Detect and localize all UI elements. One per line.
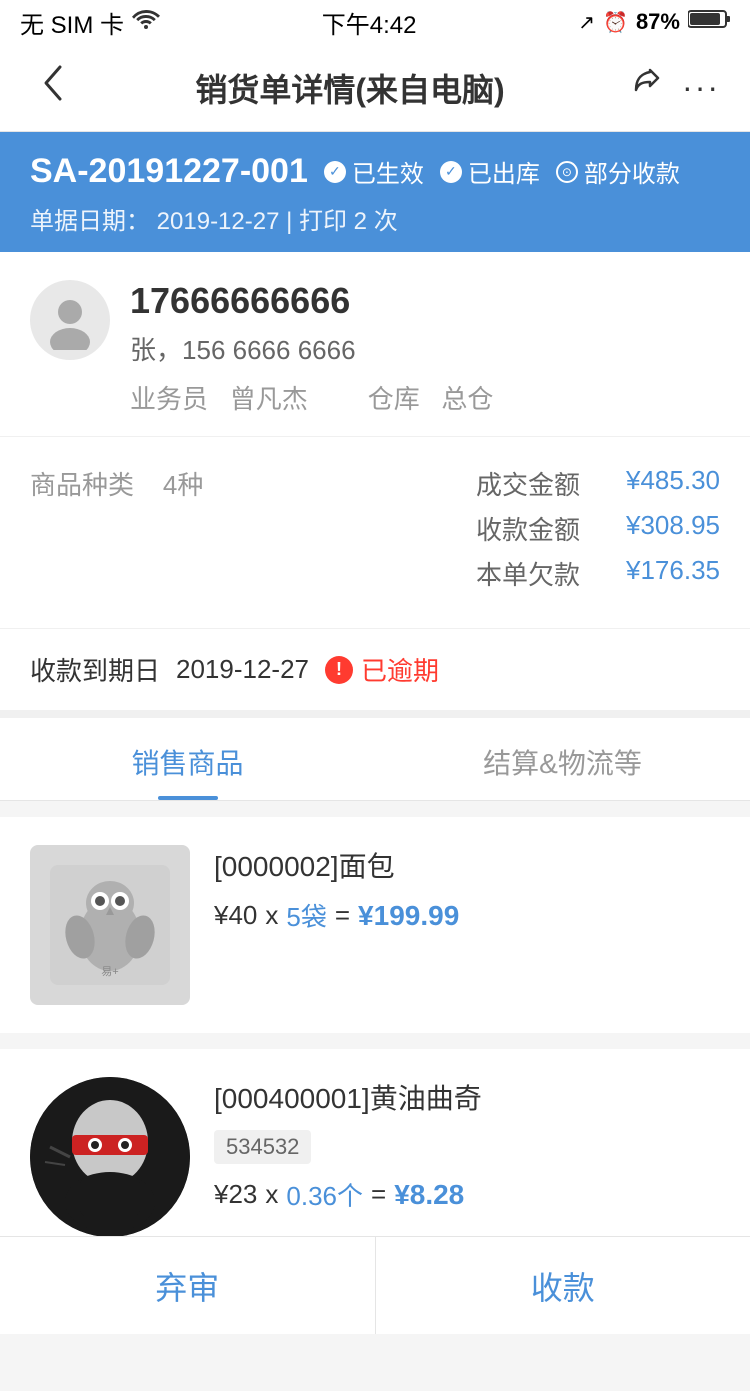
product-name: [000400001]黄油曲奇 <box>214 1077 720 1117</box>
wifi-icon <box>132 8 160 36</box>
salesperson-value: 曾凡杰 <box>230 384 308 414</box>
warehouse-value: 总仓 <box>441 384 493 414</box>
product-item: 易+ [0000002]面包 ¥40 x 5袋 = ¥199.99 <box>0 817 750 1033</box>
product-details: [000400001]黄油曲奇 534532 ¥23 x 0.36个 = ¥8.… <box>214 1077 720 1213</box>
amount-row: 成交金额 ¥485.30 <box>476 465 720 502</box>
nav-bar: 销货单详情(来自电脑) ··· <box>0 44 750 132</box>
due-date-section: 收款到期日 2019-12-27 ! 已逾期 <box>0 629 750 718</box>
price-base: ¥40 <box>214 900 257 931</box>
bottom-bar: 弃审 收款 <box>0 1236 750 1334</box>
back-button[interactable] <box>30 53 74 122</box>
summary-left: 商品种类 4种 <box>30 465 203 508</box>
due-date-value: 2019-12-27 <box>176 654 309 685</box>
status-right: ↗ ⏰ 87% <box>578 8 730 37</box>
collected-label: 收款金额 <box>476 510 580 547</box>
check-icon-shipped: ✓ <box>440 161 462 183</box>
product-thumbnail: 易+ <box>30 845 190 1005</box>
order-id-row: SA-20191227-001 ✓ 已生效 ✓ 已出库 ⊙ 部分收款 <box>30 152 720 191</box>
clock-icon: ⊙ <box>556 161 578 183</box>
owed-label: 本单欠款 <box>476 555 580 592</box>
nav-actions: ··· <box>626 66 720 109</box>
overdue-icon: ! <box>325 656 353 684</box>
product-details: [0000002]面包 ¥40 x 5袋 = ¥199.99 <box>214 845 720 934</box>
check-icon-active: ✓ <box>324 161 346 183</box>
salesperson-label: 业务员 <box>130 384 208 414</box>
avatar <box>30 280 110 360</box>
product-total: ¥199.99 <box>358 900 459 932</box>
collect-button[interactable]: 收款 <box>375 1237 750 1334</box>
svg-text:易+: 易+ <box>101 965 118 978</box>
alarm-icon: ⏰ <box>603 10 628 35</box>
page-title: 销货单详情(来自电脑) <box>74 65 626 111</box>
product-type-value: 4种 <box>163 470 203 500</box>
customer-id: 17666666666 <box>130 280 720 322</box>
product-type-label: 商品种类 <box>30 470 134 500</box>
product-price: ¥40 x 5袋 = ¥199.99 <box>214 897 720 934</box>
order-id: SA-20191227-001 <box>30 152 308 191</box>
tab-settlement[interactable]: 结算&物流等 <box>375 718 750 800</box>
collected-row: 收款金额 ¥308.95 <box>476 510 720 547</box>
price-base: ¥23 <box>214 1179 257 1210</box>
product-total: ¥8.28 <box>394 1179 464 1211</box>
status-active: ✓ 已生效 <box>324 154 424 189</box>
owed-row: 本单欠款 ¥176.35 <box>476 555 720 592</box>
amount-value: ¥485.30 <box>600 465 720 502</box>
carrier-text: 无 SIM 卡 <box>20 5 124 40</box>
summary-right: 成交金额 ¥485.30 收款金额 ¥308.95 本单欠款 ¥176.35 <box>476 465 720 600</box>
cancel-review-button[interactable]: 弃审 <box>0 1237 375 1334</box>
customer-meta: 业务员 曾凡杰 仓库 总仓 <box>130 379 720 416</box>
more-icon[interactable]: ··· <box>682 69 720 106</box>
order-header: SA-20191227-001 ✓ 已生效 ✓ 已出库 ⊙ 部分收款 单据日期：… <box>0 132 750 252</box>
customer-section: 17666666666 张，156 6666 6666 业务员 曾凡杰 仓库 总… <box>0 252 750 437</box>
owed-value: ¥176.35 <box>600 555 720 592</box>
header-date: 单据日期： 2019-12-27 | 打印 2 次 <box>30 201 720 236</box>
tab-products[interactable]: 销售商品 <box>0 718 375 800</box>
battery-icon <box>688 8 730 37</box>
amount-label: 成交金额 <box>476 465 580 502</box>
due-date-label: 收款到期日 <box>30 651 160 688</box>
product-sku: 534532 <box>214 1130 311 1164</box>
customer-info: 17666666666 张，156 6666 6666 业务员 曾凡杰 仓库 总… <box>130 280 720 416</box>
customer-phone: 张，156 6666 6666 <box>130 330 720 367</box>
status-left: 无 SIM 卡 <box>20 5 160 40</box>
product-qty: 5袋 <box>286 897 326 934</box>
product-item: [000400001]黄油曲奇 534532 ¥23 x 0.36个 = ¥8.… <box>0 1049 750 1265</box>
status-bar: 无 SIM 卡 下午4:42 ↗ ⏰ 87% <box>0 0 750 44</box>
battery-text: 87% <box>636 9 680 35</box>
product-thumbnail <box>30 1077 190 1237</box>
share-icon[interactable] <box>626 66 662 109</box>
summary-section: 商品种类 4种 成交金额 ¥485.30 收款金额 ¥308.95 本单欠款 ¥… <box>0 437 750 629</box>
product-qty: 0.36个 <box>286 1176 363 1213</box>
location-icon: ↗ <box>578 10 595 35</box>
tabs-section: 销售商品 结算&物流等 <box>0 718 750 801</box>
collected-value: ¥308.95 <box>600 510 720 547</box>
overdue-text: 已逾期 <box>361 651 439 688</box>
status-time: 下午4:42 <box>322 5 417 40</box>
product-type-item: 商品种类 4种 <box>30 465 203 502</box>
status-partial: ⊙ 部分收款 <box>556 154 680 189</box>
overdue-badge: ! 已逾期 <box>325 651 439 688</box>
status-shipped: ✓ 已出库 <box>440 154 540 189</box>
warehouse-label: 仓库 <box>368 384 420 414</box>
product-name: [0000002]面包 <box>214 845 720 885</box>
product-price: ¥23 x 0.36个 = ¥8.28 <box>214 1176 720 1213</box>
